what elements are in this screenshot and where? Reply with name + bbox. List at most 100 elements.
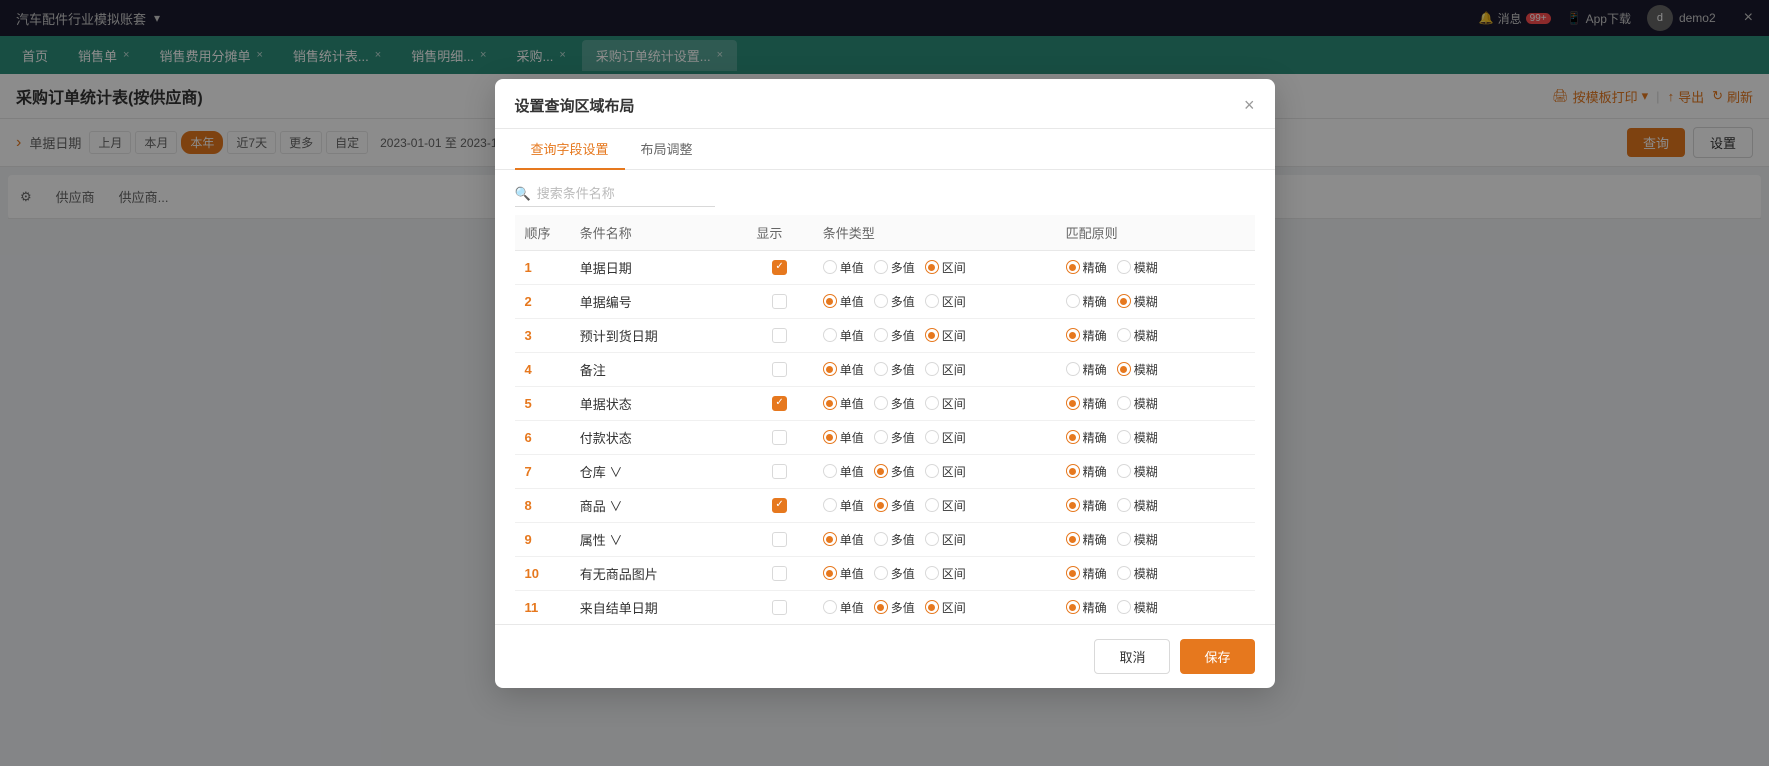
- radio-type-multi-10[interactable]: 多值: [874, 599, 915, 616]
- radio-type-multi-7[interactable]: 多值: [874, 497, 915, 514]
- tab-fields-label: 查询字段设置: [531, 142, 609, 157]
- row-order-9: 10: [515, 556, 570, 590]
- radio-type-single-6[interactable]: 单值: [823, 463, 864, 480]
- radio-type-single-10[interactable]: 单值: [823, 599, 864, 616]
- radio-type-single-8[interactable]: 单值: [823, 531, 864, 548]
- radio-match-fuzzy-5[interactable]: 模糊: [1117, 429, 1158, 446]
- radio-match-fuzzy-6[interactable]: 模糊: [1117, 463, 1158, 480]
- checkbox-4[interactable]: [772, 396, 787, 411]
- th-order: 顺序: [515, 215, 570, 251]
- checkbox-3[interactable]: [772, 362, 787, 377]
- modal-tabs: 查询字段设置 布局调整: [495, 129, 1275, 170]
- radio-type-single-1[interactable]: 单值: [823, 293, 864, 310]
- radio-match-fuzzy-9[interactable]: 模糊: [1117, 565, 1158, 582]
- row-display-1[interactable]: [746, 284, 812, 318]
- th-type: 条件类型: [813, 215, 1056, 251]
- modal-footer: 取消 保存: [495, 624, 1275, 688]
- row-order-0: 1: [515, 250, 570, 284]
- radio-type-range-4[interactable]: 区间: [925, 395, 966, 412]
- row-display-8[interactable]: [746, 522, 812, 556]
- radio-type-range-6[interactable]: 区间: [925, 463, 966, 480]
- radio-match-fuzzy-3[interactable]: 模糊: [1117, 361, 1158, 378]
- save-btn[interactable]: 保存: [1180, 639, 1254, 674]
- row-display-5[interactable]: [746, 420, 812, 454]
- radio-type-single-3[interactable]: 单值: [823, 361, 864, 378]
- table-row: 1单据日期单值多值区间精确模糊: [515, 250, 1255, 284]
- radio-type-multi-9[interactable]: 多值: [874, 565, 915, 582]
- radio-match-precise-1[interactable]: 精确: [1066, 293, 1107, 310]
- row-name-0: 单据日期: [570, 250, 747, 284]
- modal-close-btn[interactable]: ×: [1244, 96, 1255, 114]
- radio-type-single-5[interactable]: 单值: [823, 429, 864, 446]
- radio-match-fuzzy-10[interactable]: 模糊: [1117, 599, 1158, 616]
- radio-match-precise-0[interactable]: 精确: [1066, 259, 1107, 276]
- row-display-4[interactable]: [746, 386, 812, 420]
- radio-match-precise-9[interactable]: 精确: [1066, 565, 1107, 582]
- row-match-7: 精确模糊: [1056, 488, 1255, 522]
- radio-match-fuzzy-2[interactable]: 模糊: [1117, 327, 1158, 344]
- checkbox-5[interactable]: [772, 430, 787, 445]
- radio-type-multi-3[interactable]: 多值: [874, 361, 915, 378]
- row-match-6: 精确模糊: [1056, 454, 1255, 488]
- row-display-6[interactable]: [746, 454, 812, 488]
- radio-type-range-1[interactable]: 区间: [925, 293, 966, 310]
- radio-match-fuzzy-0[interactable]: 模糊: [1117, 259, 1158, 276]
- checkbox-8[interactable]: [772, 532, 787, 547]
- radio-type-multi-0[interactable]: 多值: [874, 259, 915, 276]
- radio-type-multi-5[interactable]: 多值: [874, 429, 915, 446]
- modal-tab-fields[interactable]: 查询字段设置: [515, 129, 625, 170]
- radio-type-range-2[interactable]: 区间: [925, 327, 966, 344]
- radio-match-precise-5[interactable]: 精确: [1066, 429, 1107, 446]
- table-row: 7仓库 ∨ 单值多值区间 精确模糊: [515, 454, 1255, 488]
- radio-type-range-9[interactable]: 区间: [925, 565, 966, 582]
- radio-type-multi-1[interactable]: 多值: [874, 293, 915, 310]
- checkbox-6[interactable]: [772, 464, 787, 479]
- radio-type-range-0[interactable]: 区间: [925, 259, 966, 276]
- radio-match-fuzzy-8[interactable]: 模糊: [1117, 531, 1158, 548]
- radio-type-range-8[interactable]: 区间: [925, 531, 966, 548]
- radio-type-single-2[interactable]: 单值: [823, 327, 864, 344]
- radio-type-multi-4[interactable]: 多值: [874, 395, 915, 412]
- radio-match-precise-3[interactable]: 精确: [1066, 361, 1107, 378]
- row-display-2[interactable]: [746, 318, 812, 352]
- radio-type-single-7[interactable]: 单值: [823, 497, 864, 514]
- row-display-3[interactable]: [746, 352, 812, 386]
- row-type-0: 单值多值区间: [813, 250, 1056, 284]
- radio-type-range-10[interactable]: 区间: [925, 599, 966, 616]
- modal-tab-layout[interactable]: 布局调整: [625, 129, 709, 170]
- radio-type-multi-8[interactable]: 多值: [874, 531, 915, 548]
- radio-type-multi-6[interactable]: 多值: [874, 463, 915, 480]
- radio-match-precise-2[interactable]: 精确: [1066, 327, 1107, 344]
- radio-type-single-4[interactable]: 单值: [823, 395, 864, 412]
- row-display-9[interactable]: [746, 556, 812, 590]
- radio-match-precise-10[interactable]: 精确: [1066, 599, 1107, 616]
- row-display-10[interactable]: [746, 590, 812, 624]
- row-display-0[interactable]: [746, 250, 812, 284]
- checkbox-2[interactable]: [772, 328, 787, 343]
- radio-type-multi-2[interactable]: 多值: [874, 327, 915, 344]
- search-wrap: 🔍: [515, 182, 715, 207]
- checkbox-7[interactable]: [772, 498, 787, 513]
- radio-match-fuzzy-4[interactable]: 模糊: [1117, 395, 1158, 412]
- row-display-7[interactable]: [746, 488, 812, 522]
- radio-match-precise-6[interactable]: 精确: [1066, 463, 1107, 480]
- radio-match-precise-4[interactable]: 精确: [1066, 395, 1107, 412]
- checkbox-10[interactable]: [772, 600, 787, 615]
- checkbox-0[interactable]: [772, 260, 787, 275]
- table-row: 8商品 ∨单值多值区间精确模糊: [515, 488, 1255, 522]
- radio-type-single-0[interactable]: 单值: [823, 259, 864, 276]
- row-name-6: 仓库 ∨: [570, 454, 747, 488]
- search-input[interactable]: [537, 186, 715, 201]
- cancel-btn[interactable]: 取消: [1094, 639, 1170, 674]
- radio-match-precise-8[interactable]: 精确: [1066, 531, 1107, 548]
- radio-match-fuzzy-7[interactable]: 模糊: [1117, 497, 1158, 514]
- row-order-6: 7: [515, 454, 570, 488]
- radio-match-fuzzy-1[interactable]: 模糊: [1117, 293, 1158, 310]
- checkbox-9[interactable]: [772, 566, 787, 581]
- checkbox-1[interactable]: [772, 294, 787, 309]
- radio-type-range-7[interactable]: 区间: [925, 497, 966, 514]
- radio-match-precise-7[interactable]: 精确: [1066, 497, 1107, 514]
- radio-type-range-5[interactable]: 区间: [925, 429, 966, 446]
- radio-type-range-3[interactable]: 区间: [925, 361, 966, 378]
- radio-type-single-9[interactable]: 单值: [823, 565, 864, 582]
